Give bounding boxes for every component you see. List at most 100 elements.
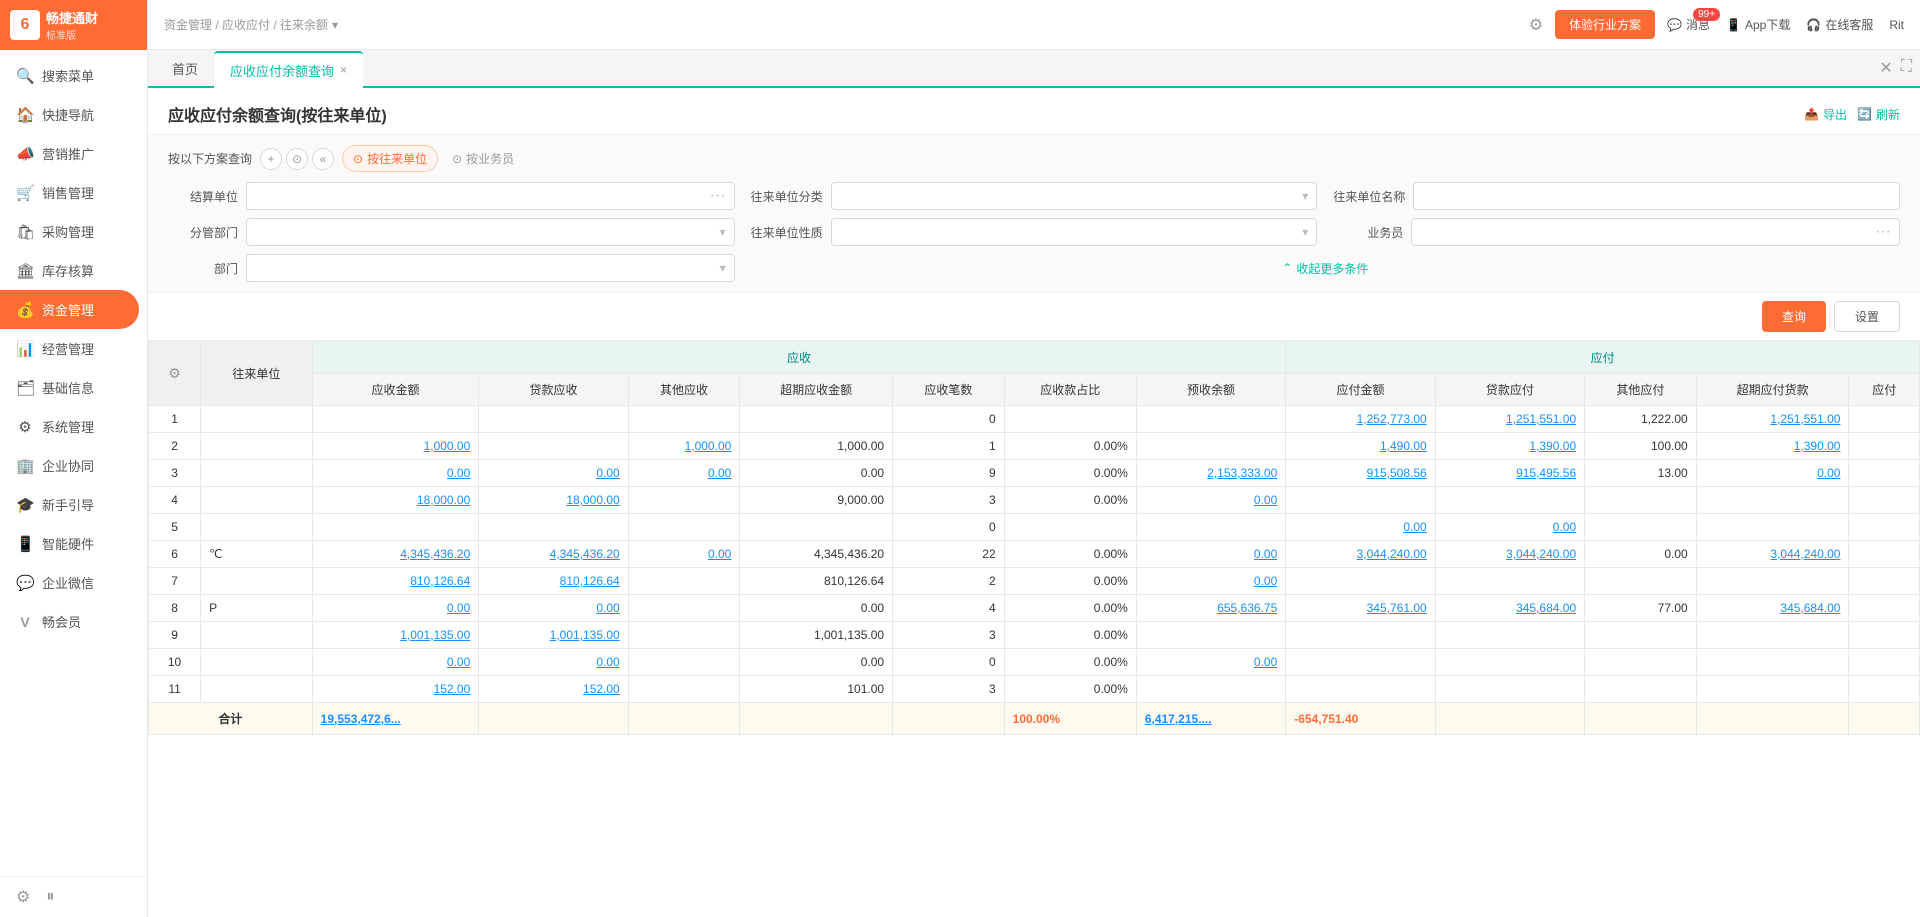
sidebar-item-finance[interactable]: 💰 资金管理 <box>0 290 139 329</box>
row-cell[interactable]: 810,126.64 <box>312 568 479 595</box>
scheme-by-unit[interactable]: ⊙ 按往来单位 <box>342 145 438 172</box>
row-cell[interactable] <box>1136 676 1285 703</box>
row-cell[interactable] <box>1286 649 1435 676</box>
tab-ar-ap[interactable]: 应收应付余额查询 × <box>214 51 363 88</box>
row-cell[interactable] <box>1696 514 1849 541</box>
condition-target-btn[interactable]: ⊙ <box>286 148 308 170</box>
row-cell[interactable]: 152.00 <box>312 676 479 703</box>
sidebar-item-quick-nav[interactable]: 🏠 快捷导航 <box>0 95 147 134</box>
user-info[interactable]: Rit <box>1889 18 1904 32</box>
collapse-btn[interactable]: ⌃ 收起更多条件 <box>1282 260 1368 277</box>
row-cell[interactable]: 345,761.00 <box>1286 595 1435 622</box>
sidebar-item-member[interactable]: V 畅会员 <box>0 602 147 641</box>
sidebar-item-device[interactable]: 📱 智能硬件 <box>0 524 147 563</box>
row-cell[interactable] <box>1435 622 1584 649</box>
row-cell[interactable] <box>1696 649 1849 676</box>
row-cell[interactable] <box>1696 676 1849 703</box>
row-cell[interactable]: 655,636.75 <box>1136 595 1285 622</box>
row-cell[interactable]: 0.00 <box>1136 487 1285 514</box>
sidebar-item-inventory[interactable]: 🏛 库存核算 <box>0 251 147 290</box>
refresh-btn[interactable]: 🔄 刷新 <box>1857 106 1900 123</box>
sidebar-settings-icon[interactable]: ⚙ <box>16 887 30 907</box>
row-cell[interactable]: 18,000.00 <box>312 487 479 514</box>
row-cell[interactable]: 0.00 <box>1286 514 1435 541</box>
row-cell[interactable] <box>312 406 479 433</box>
row-cell[interactable]: 0.00 <box>1136 568 1285 595</box>
row-cell[interactable] <box>1136 406 1285 433</box>
sidebar-item-base-info[interactable]: 🗂 基础信息 <box>0 368 147 407</box>
sidebar-item-marketing[interactable]: 📣 营销推广 <box>0 134 147 173</box>
row-cell[interactable] <box>312 514 479 541</box>
row-cell[interactable]: 0.00 <box>1696 460 1849 487</box>
row-cell[interactable]: 0.00 <box>312 460 479 487</box>
row-cell[interactable] <box>1136 514 1285 541</box>
row-cell[interactable]: 345,684.00 <box>1435 595 1584 622</box>
row-cell[interactable]: 0.00 <box>1136 541 1285 568</box>
filter-input-unit-category[interactable]: ▾ <box>831 182 1318 210</box>
row-cell[interactable]: 0.00 <box>479 649 628 676</box>
sidebar-item-sales[interactable]: 🛒 销售管理 <box>0 173 147 212</box>
row-cell[interactable]: 4,345,436.20 <box>479 541 628 568</box>
row-cell[interactable] <box>1286 487 1435 514</box>
maximize-icon[interactable]: ⛶ <box>1901 58 1912 78</box>
row-cell[interactable] <box>628 676 740 703</box>
row-cell[interactable]: 1,001,135.00 <box>479 622 628 649</box>
filter-input-dept[interactable]: ▾ <box>246 218 735 246</box>
filter-input-unit-nature[interactable]: ▾ <box>831 218 1318 246</box>
row-cell[interactable]: 1,000.00 <box>312 433 479 460</box>
filter-input-salesman[interactable]: ··· <box>1411 218 1900 246</box>
export-btn[interactable]: 📤 导出 <box>1804 106 1847 123</box>
filter-input-department[interactable]: ▾ <box>246 254 735 282</box>
row-cell[interactable] <box>1136 622 1285 649</box>
row-cell[interactable]: 18,000.00 <box>479 487 628 514</box>
row-cell[interactable] <box>1696 487 1849 514</box>
row-cell[interactable]: 1,252,773.00 <box>1286 406 1435 433</box>
row-cell[interactable] <box>628 568 740 595</box>
row-cell[interactable]: 0.00 <box>312 595 479 622</box>
sidebar-item-search[interactable]: 🔍 搜索菜单 <box>0 56 147 95</box>
row-cell[interactable] <box>1435 568 1584 595</box>
row-cell[interactable] <box>1286 568 1435 595</box>
row-cell[interactable]: 0.00 <box>479 595 628 622</box>
row-cell[interactable]: 0.00 <box>1435 514 1584 541</box>
row-cell[interactable]: 2,153,333.00 <box>1136 460 1285 487</box>
industry-btn[interactable]: 体验行业方案 <box>1555 10 1655 39</box>
row-cell[interactable]: 0.00 <box>628 460 740 487</box>
row-cell[interactable]: 915,508.56 <box>1286 460 1435 487</box>
row-cell[interactable] <box>628 595 740 622</box>
row-cell[interactable] <box>1435 487 1584 514</box>
row-cell[interactable]: 3,044,240.00 <box>1435 541 1584 568</box>
condition-collapse-btn[interactable]: « <box>312 148 334 170</box>
message-btn[interactable]: 💬 消息 99+ <box>1667 16 1710 33</box>
tab-home[interactable]: 首页 <box>156 51 214 86</box>
sidebar-item-wechat[interactable]: 💬 企业微信 <box>0 563 147 602</box>
row-cell[interactable] <box>628 406 740 433</box>
row-cell[interactable]: 152.00 <box>479 676 628 703</box>
add-condition-btn[interactable]: + <box>260 148 282 170</box>
row-cell[interactable]: 4,345,436.20 <box>312 541 479 568</box>
row-cell[interactable] <box>628 487 740 514</box>
row-cell[interactable]: 0.00 <box>1136 649 1285 676</box>
filter-input-settlement[interactable]: ··· <box>246 182 735 210</box>
tab-close-icon[interactable]: × <box>340 63 347 77</box>
table-settings-icon[interactable]: ⚙ <box>168 365 181 381</box>
app-download-btn[interactable]: 📱 App下载 <box>1726 16 1790 33</box>
row-cell[interactable]: 1,000.00 <box>628 433 740 460</box>
breadcrumb-dropdown[interactable]: ▾ <box>332 18 338 32</box>
row-cell[interactable] <box>1136 433 1285 460</box>
row-cell[interactable]: 0.00 <box>628 541 740 568</box>
close-window-icon[interactable]: ✕ <box>1879 58 1892 78</box>
footer-recv-amount[interactable]: 19,553,472,6... <box>312 703 479 735</box>
row-cell[interactable]: 915,495.56 <box>1435 460 1584 487</box>
query-btn[interactable]: 查询 <box>1762 301 1826 332</box>
row-cell[interactable] <box>1435 676 1584 703</box>
row-cell[interactable] <box>479 406 628 433</box>
settings-gear-icon[interactable]: ⚙ <box>1529 15 1543 35</box>
row-cell[interactable] <box>628 622 740 649</box>
row-cell[interactable] <box>628 514 740 541</box>
setting-btn[interactable]: 设置 <box>1834 301 1900 332</box>
sidebar-item-guide[interactable]: 🎓 新手引导 <box>0 485 147 524</box>
filter-input-unit-name[interactable] <box>1413 182 1900 210</box>
row-cell[interactable]: 3,044,240.00 <box>1286 541 1435 568</box>
row-cell[interactable]: 1,490.00 <box>1286 433 1435 460</box>
